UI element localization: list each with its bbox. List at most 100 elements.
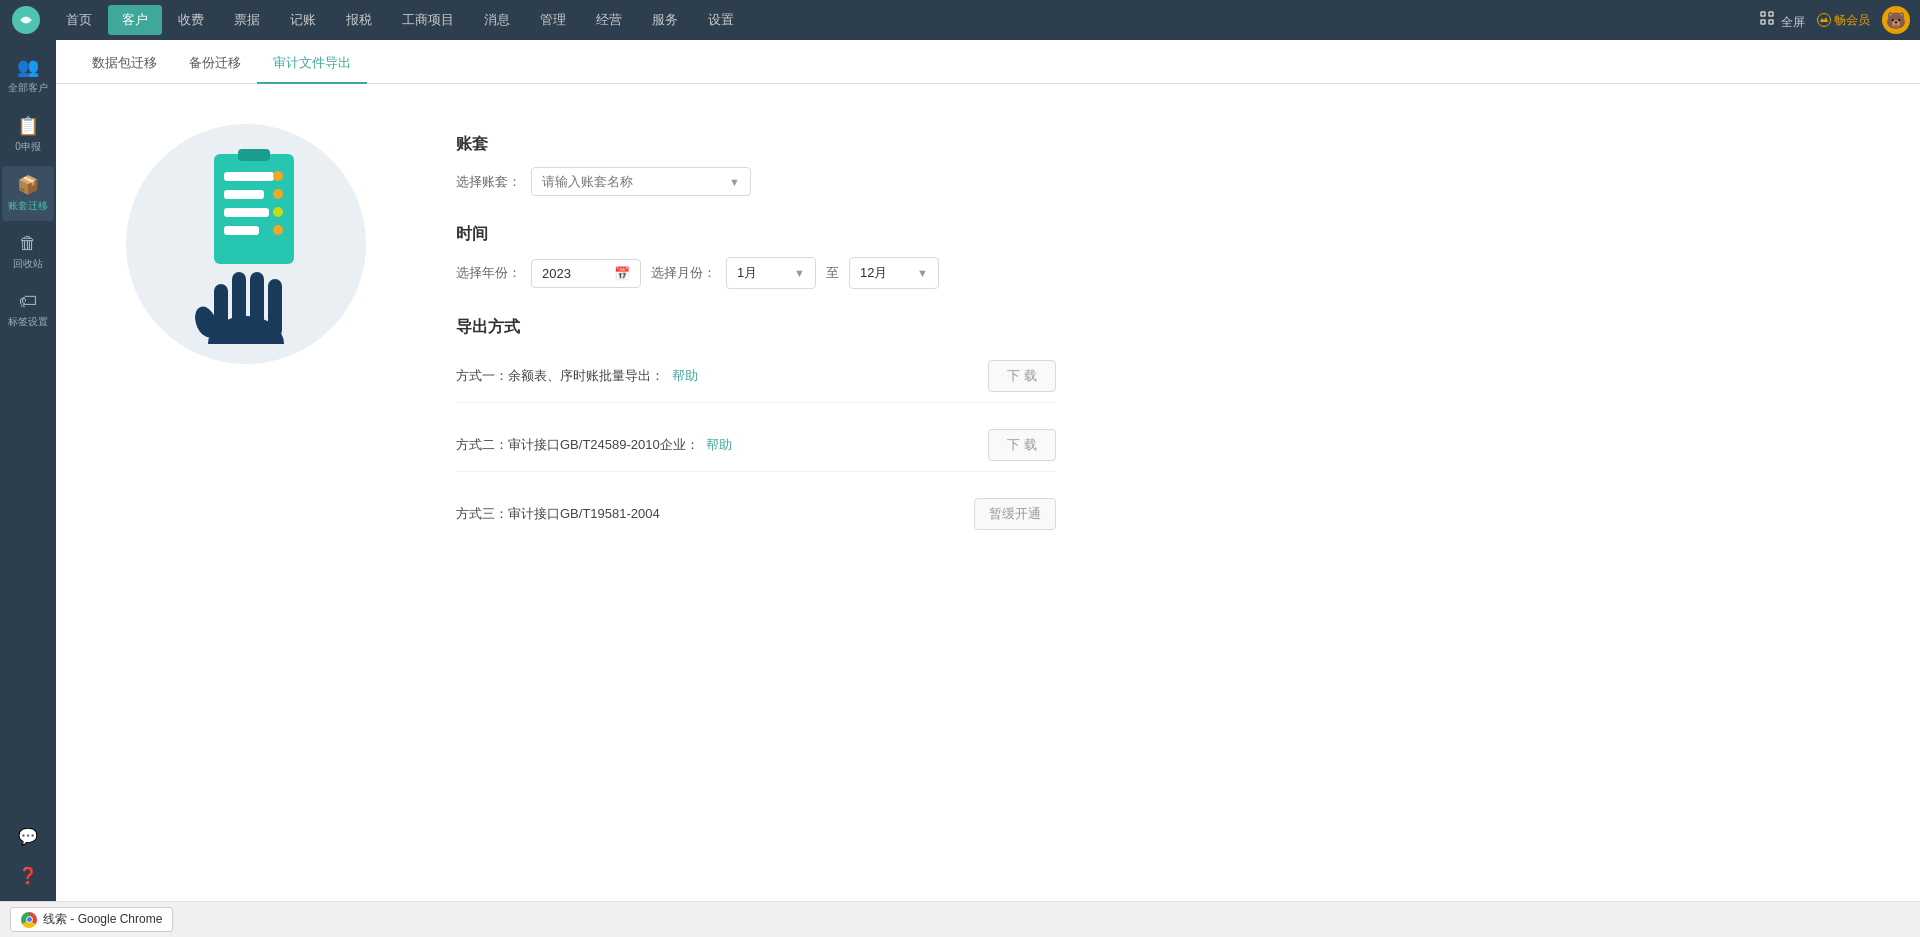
nav-item-settings[interactable]: 设置	[694, 5, 748, 35]
sidebar-item-all-clients[interactable]: 👥 全部客户	[2, 48, 54, 103]
sidebar-item-message[interactable]: 💬	[2, 819, 54, 854]
calendar-icon: 📅	[614, 266, 630, 281]
svg-rect-7	[232, 272, 246, 339]
nav-item-manage[interactable]: 管理	[526, 5, 580, 35]
illustration-circle	[126, 124, 366, 364]
svg-rect-8	[250, 272, 264, 337]
top-navigation: 首页客户收费票据记账报税工商项目消息管理经营服务设置 全屏 畅会员 🐻	[0, 0, 1920, 40]
sidebar-item-recycle[interactable]: 🗑 回收站	[2, 225, 54, 279]
top-right-controls: 全屏 畅会员 🐻	[1759, 6, 1910, 34]
month-end-chevron-icon: ▼	[917, 267, 928, 279]
nav-item-service[interactable]: 服务	[638, 5, 692, 35]
all-clients-icon: 👥	[17, 56, 39, 78]
nav-item-message[interactable]: 消息	[470, 5, 524, 35]
app-logo[interactable]	[10, 4, 42, 36]
message-icon: 💬	[18, 827, 38, 846]
vip-btn[interactable]: 畅会员	[1817, 12, 1870, 29]
time-section: 时间 选择年份： 2023 📅 选择月份： 1月 ▼ 至	[456, 224, 1056, 289]
month-label: 选择月份：	[651, 264, 716, 282]
nav-item-tax[interactable]: 报税	[332, 5, 386, 35]
year-label: 选择年份：	[456, 264, 521, 282]
tab-data-migrate[interactable]: 数据包迁移	[76, 44, 173, 84]
export-method-2-label-area: 方式二：审计接口GB/T24589-2010企业： 帮助	[456, 436, 732, 454]
illustration-area	[116, 124, 376, 364]
time-row: 选择年份： 2023 📅 选择月份： 1月 ▼ 至 12月	[456, 257, 1056, 289]
vip-label: 畅会员	[1834, 12, 1870, 29]
form-area: 账套 选择账套： ▼ 时间 选择年份： 202	[456, 124, 1056, 540]
export-section: 导出方式 方式一：余额表、序时账批量导出： 帮助 下 载	[456, 317, 1056, 540]
month-start-select[interactable]: 1月 ▼	[726, 257, 816, 289]
svg-point-18	[273, 207, 283, 217]
month-end-select[interactable]: 12月 ▼	[849, 257, 939, 289]
svg-point-19	[273, 225, 283, 235]
taskbar: 线索 - Google Chrome	[0, 901, 1920, 937]
migrate-icon: 📦	[17, 174, 39, 196]
export-method-2-download-btn[interactable]: 下 载	[988, 429, 1056, 461]
sidebar: 👥 全部客户 📋 0申报 📦 账套迁移 🗑 回收站 🏷 标签设置 💬 ❓	[0, 40, 56, 901]
sidebar-label-recycle: 回收站	[13, 257, 43, 271]
content-area: 数据包迁移 备份迁移 审计文件导出	[56, 40, 1920, 901]
tag-icon: 🏷	[19, 291, 37, 312]
svg-rect-1	[1769, 12, 1773, 16]
nav-item-client[interactable]: 客户	[108, 5, 162, 35]
svg-rect-2	[1761, 20, 1765, 24]
info-icon: ❓	[18, 866, 38, 885]
export-method-1-download-btn[interactable]: 下 载	[988, 360, 1056, 392]
sidebar-item-declare[interactable]: 📋 0申报	[2, 107, 54, 162]
svg-rect-0	[1761, 12, 1765, 16]
svg-rect-3	[1769, 20, 1773, 24]
account-row: 选择账套： ▼	[456, 167, 1056, 196]
svg-point-16	[273, 171, 283, 181]
sidebar-item-tag[interactable]: 🏷 标签设置	[2, 283, 54, 337]
user-avatar[interactable]: 🐻	[1882, 6, 1910, 34]
account-section-title: 账套	[456, 134, 1056, 155]
export-section-title: 导出方式	[456, 317, 1056, 338]
nav-item-operation[interactable]: 经营	[582, 5, 636, 35]
nav-item-charge[interactable]: 收费	[164, 5, 218, 35]
nav-menu: 首页客户收费票据记账报税工商项目消息管理经营服务设置	[52, 5, 1759, 35]
sidebar-item-info[interactable]: ❓	[2, 858, 54, 893]
month-start-value: 1月	[737, 264, 757, 282]
export-method-2: 方式二：审计接口GB/T24589-2010企业： 帮助 下 载	[456, 419, 1056, 472]
svg-rect-13	[224, 190, 264, 199]
tab-bar: 数据包迁移 备份迁移 审计文件导出	[56, 40, 1920, 84]
year-input[interactable]: 2023 📅	[531, 259, 641, 288]
logo-icon	[12, 6, 40, 34]
nav-item-invoice[interactable]: 票据	[220, 5, 274, 35]
sidebar-label-tag: 标签设置	[8, 315, 48, 329]
recycle-icon: 🗑	[19, 233, 37, 254]
taskbar-chrome-label: 线索 - Google Chrome	[43, 911, 162, 928]
chrome-inner-circle	[26, 916, 33, 923]
sidebar-label-all-clients: 全部客户	[8, 81, 48, 95]
sidebar-label-migrate: 账套迁移	[8, 199, 48, 213]
taskbar-chrome-item[interactable]: 线索 - Google Chrome	[10, 907, 173, 932]
main-layout: 👥 全部客户 📋 0申报 📦 账套迁移 🗑 回收站 🏷 标签设置 💬 ❓	[0, 40, 1920, 901]
tab-backup-migrate[interactable]: 备份迁移	[173, 44, 257, 84]
export-method-3-text: 方式三：审计接口GB/T19581-2004	[456, 506, 660, 521]
export-method-1-help-link[interactable]: 帮助	[672, 368, 698, 383]
export-method-3-unlock-btn[interactable]: 暂缓开通	[974, 498, 1056, 530]
account-chevron-icon: ▼	[729, 176, 740, 188]
time-section-title: 时间	[456, 224, 1056, 245]
export-method-3: 方式三：审计接口GB/T19581-2004 暂缓开通	[456, 488, 1056, 540]
illustration-svg	[166, 144, 326, 344]
nav-item-business[interactable]: 工商项目	[388, 5, 468, 35]
tab-audit-export[interactable]: 审计文件导出	[257, 44, 367, 84]
export-method-2-help-link[interactable]: 帮助	[706, 437, 732, 452]
svg-rect-12	[224, 172, 274, 181]
fullscreen-btn[interactable]: 全屏	[1759, 10, 1805, 31]
svg-point-4	[1818, 14, 1831, 27]
sidebar-label-declare: 0申报	[15, 140, 41, 154]
export-method-3-label-area: 方式三：审计接口GB/T19581-2004	[456, 505, 660, 523]
account-input[interactable]	[542, 174, 729, 189]
account-select[interactable]: ▼	[531, 167, 751, 196]
account-label: 选择账套：	[456, 173, 521, 191]
export-method-1: 方式一：余额表、序时账批量导出： 帮助 下 载	[456, 350, 1056, 403]
export-method-2-text: 方式二：审计接口GB/T24589-2010企业：	[456, 437, 699, 452]
nav-item-bookkeeping[interactable]: 记账	[276, 5, 330, 35]
nav-item-home[interactable]: 首页	[52, 5, 106, 35]
account-section: 账套 选择账套： ▼	[456, 134, 1056, 196]
to-separator: 至	[826, 264, 839, 282]
year-value: 2023	[542, 266, 571, 281]
sidebar-item-migrate[interactable]: 📦 账套迁移	[2, 166, 54, 221]
